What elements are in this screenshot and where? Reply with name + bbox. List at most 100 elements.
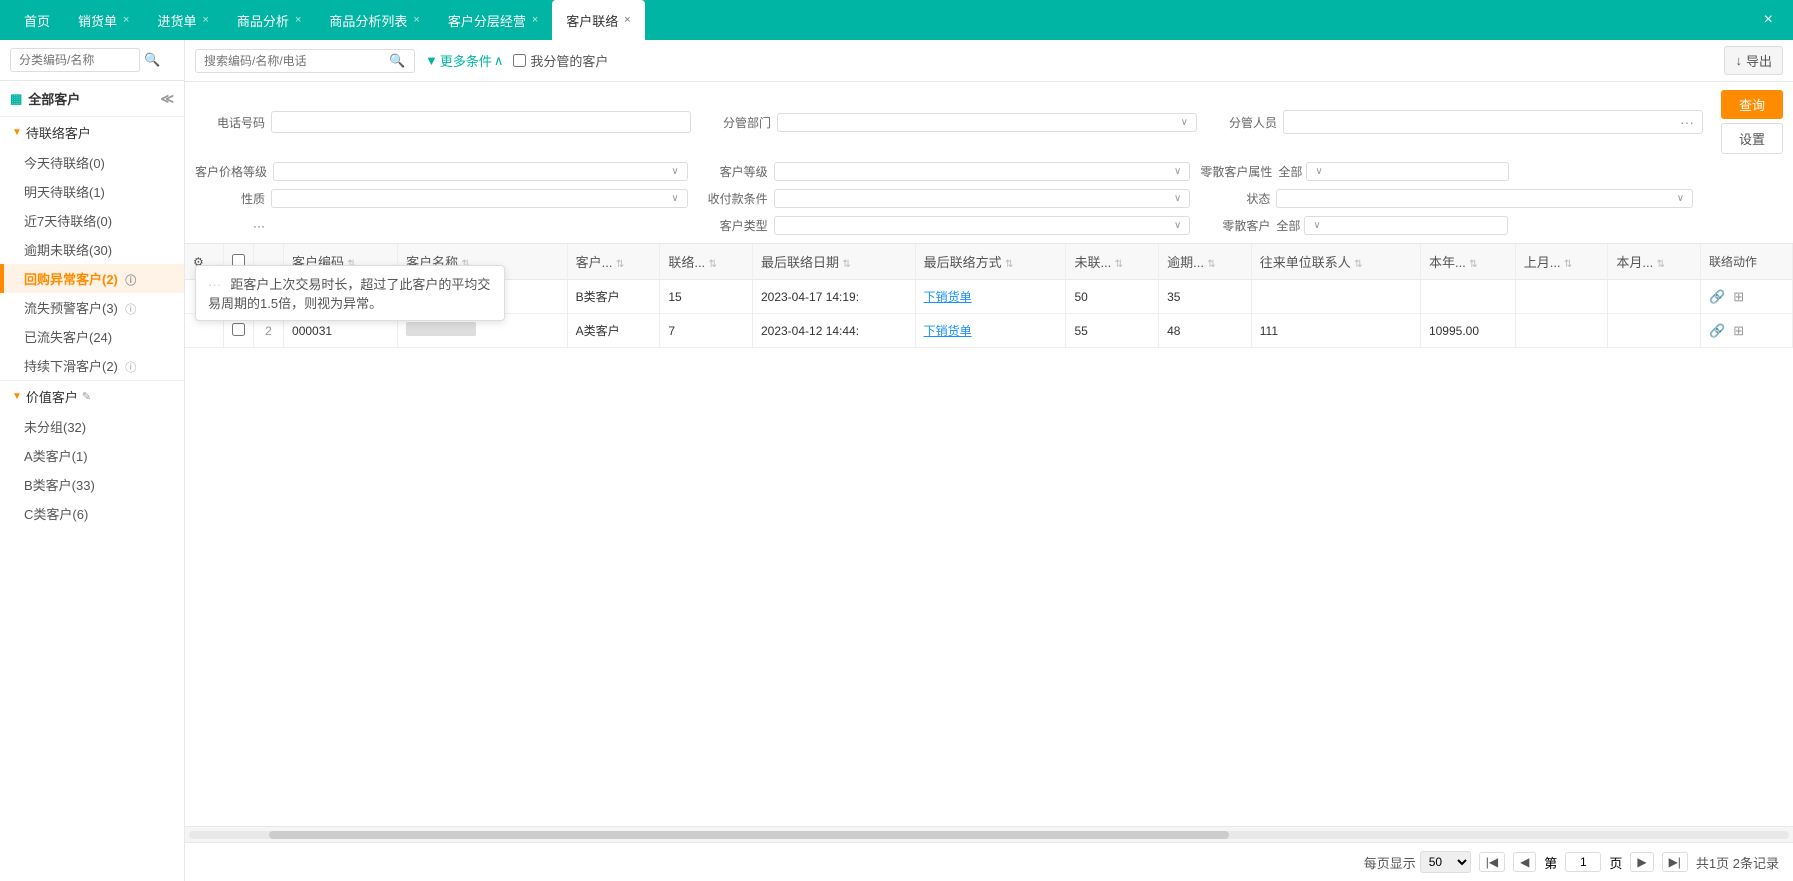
sidebar-search-input[interactable] xyxy=(10,48,140,72)
chevron-down-icon: ∨ xyxy=(1174,220,1181,231)
customer-type-header[interactable]: 客户... ⇅ xyxy=(567,244,660,280)
row-last-contact-method[interactable]: 下销货单 xyxy=(915,280,1066,314)
nav-customer-contact[interactable]: 客户联络 × xyxy=(552,0,644,40)
filter-phone: 电话号码 xyxy=(195,111,691,133)
more-conditions-btn[interactable]: ▼ 更多条件 ∧ xyxy=(425,51,503,70)
grid-action-icon[interactable]: ⊞ xyxy=(1733,289,1744,305)
customer-type-select[interactable]: ∨ xyxy=(774,216,1191,235)
filter-row-2: 客户价格等级 ∨ 客户等级 ∨ 零散客户属性 全部 xyxy=(195,162,1783,181)
sidebar-item-continuous-down[interactable]: 持续下滑客户(2) ⓘ xyxy=(0,351,184,380)
row-unit-contact: 111 xyxy=(1251,314,1420,348)
sidebar-item-c-class[interactable]: C类客户(6) xyxy=(0,499,184,528)
customer-level-select[interactable]: ∨ xyxy=(774,162,1191,181)
nav-customer-segment[interactable]: 客户分层经营 × xyxy=(434,0,552,40)
row-last-contact-method[interactable]: 下销货单 xyxy=(915,314,1066,348)
not-contacted-header[interactable]: 未联... ⇅ xyxy=(1066,244,1159,280)
per-page-select[interactable]: 50 100 200 xyxy=(1420,851,1471,873)
overdue-header[interactable]: 逾期... ⇅ xyxy=(1159,244,1252,280)
filter-customer-type: 客户类型 ∨ xyxy=(698,216,1191,235)
all-customers-header[interactable]: ▦ 全部客户 ≪ xyxy=(0,81,184,117)
sidebar-item-7days[interactable]: 近7天待联络(0) xyxy=(0,206,184,235)
last-contact-date-header[interactable]: 最后联络日期 ⇅ xyxy=(752,244,915,280)
pending-contact-group[interactable]: ▼ 待联络客户 xyxy=(0,117,184,148)
row-select-checkbox[interactable] xyxy=(232,323,245,336)
grid-action-icon[interactable]: ⊞ xyxy=(1733,323,1744,339)
next-page-button[interactable]: ▶ xyxy=(1630,852,1653,872)
row-this-year xyxy=(1420,280,1515,314)
this-year-header[interactable]: 本年... ⇅ xyxy=(1420,244,1515,280)
retail-customer-select[interactable]: ∨ xyxy=(1304,216,1507,235)
this-month-header[interactable]: 本月... ⇅ xyxy=(1608,244,1701,280)
link-icon[interactable]: 🔗 xyxy=(1709,289,1725,305)
dept-select[interactable]: ∨ xyxy=(777,113,1197,132)
sort-icon: ⇅ xyxy=(1469,259,1477,270)
first-page-button[interactable]: |◀ xyxy=(1479,852,1505,872)
query-button[interactable]: 查询 xyxy=(1721,90,1783,119)
row-customer-type: A类客户 xyxy=(567,314,660,348)
search-icon[interactable]: 🔍 xyxy=(389,53,405,69)
chevron-down-icon: ∨ xyxy=(671,193,678,204)
sidebar-item-overdue[interactable]: 逾期未联络(30) xyxy=(0,235,184,264)
sidebar-item-b-class[interactable]: B类客户(33) xyxy=(0,470,184,499)
sort-icon: ⇅ xyxy=(709,259,717,270)
sidebar-item-already-lost[interactable]: 已流失客户(24) xyxy=(0,322,184,351)
close-icon[interactable]: × xyxy=(624,14,630,26)
price-level-label: 客户价格等级 xyxy=(195,163,267,180)
row-customer-type: B类客户 xyxy=(567,280,660,314)
edit-icon[interactable]: ✎ xyxy=(82,390,91,403)
last-page-button[interactable]: ▶| xyxy=(1662,852,1688,872)
nav-product-analysis-list[interactable]: 商品分析列表 × xyxy=(315,0,433,40)
filter-payment: 收付款条件 ∨ xyxy=(698,189,1191,208)
close-icon[interactable]: × xyxy=(532,14,538,26)
close-icon[interactable]: × xyxy=(295,14,301,26)
last-month-header[interactable]: 上月... ⇅ xyxy=(1515,244,1608,280)
filter-price-level: 客户价格等级 ∨ xyxy=(195,162,688,181)
my-customer-checkbox[interactable]: 我分管的客户 xyxy=(513,51,608,70)
toolbar: 🔍 ▼ 更多条件 ∧ 我分管的客户 ↓ 导出 xyxy=(185,40,1793,82)
sidebar-item-today[interactable]: 今天待联络(0) xyxy=(0,148,184,177)
retail-attr-select[interactable]: ∨ xyxy=(1306,162,1508,181)
filter-dept: 分管部门 ∨ xyxy=(701,113,1197,132)
sidebar-item-lost-preview[interactable]: 流失预警客户(3) ⓘ xyxy=(0,293,184,322)
row-this-year: 10995.00 xyxy=(1420,314,1515,348)
nav-sales-order[interactable]: 销货单 × xyxy=(64,0,143,40)
sidebar-search-icon[interactable]: 🔍 xyxy=(144,52,160,68)
contact-header[interactable]: 联络... ⇅ xyxy=(660,244,753,280)
horizontal-scrollbar[interactable] xyxy=(185,826,1793,842)
prev-page-button[interactable]: ◀ xyxy=(1513,852,1536,872)
row-contact: 7 xyxy=(660,314,753,348)
manager-select[interactable]: ··· xyxy=(1283,110,1703,134)
close-window-icon[interactable]: × xyxy=(1754,11,1783,29)
my-customer-check[interactable] xyxy=(513,54,526,67)
dots-icon[interactable]: ··· xyxy=(1680,114,1694,130)
link-icon[interactable]: 🔗 xyxy=(1709,323,1725,339)
sidebar-item-repurchase-abnormal[interactable]: 回购异常客户(2) ⓘ xyxy=(0,264,184,293)
chevron-down-icon: ∨ xyxy=(1181,117,1188,128)
payment-select[interactable]: ∨ xyxy=(774,189,1191,208)
last-contact-method-header[interactable]: 最后联络方式 ⇅ xyxy=(915,244,1066,280)
scrollbar-thumb[interactable] xyxy=(269,831,1229,839)
close-icon[interactable]: × xyxy=(413,14,419,26)
page-number-input[interactable] xyxy=(1565,852,1601,872)
unit-contact-header[interactable]: 往来单位联系人 ⇅ xyxy=(1251,244,1420,280)
nav-product-analysis[interactable]: 商品分析 × xyxy=(223,0,315,40)
phone-input[interactable] xyxy=(280,115,682,129)
settings-button[interactable]: 设置 xyxy=(1721,123,1783,154)
close-icon[interactable]: × xyxy=(123,14,129,26)
sidebar-item-a-class[interactable]: A类客户(1) xyxy=(0,441,184,470)
collapse-icon[interactable]: ≪ xyxy=(160,91,174,107)
nav-home[interactable]: 首页 xyxy=(10,0,64,40)
sidebar-item-tomorrow[interactable]: 明天待联络(1) xyxy=(0,177,184,206)
value-customer-group[interactable]: ▼ 价值客户 ✎ xyxy=(0,380,184,412)
customer-level-label: 客户等级 xyxy=(698,163,768,180)
status-select[interactable]: ∨ xyxy=(1276,189,1693,208)
sidebar-item-ungrouped[interactable]: 未分组(32) xyxy=(0,412,184,441)
export-button[interactable]: ↓ 导出 xyxy=(1724,46,1783,75)
nav-purchase-order[interactable]: 进货单 × xyxy=(143,0,222,40)
total-records: 共1页 2条记录 xyxy=(1696,853,1779,872)
close-icon[interactable]: × xyxy=(202,14,208,26)
dots-icon: ··· xyxy=(208,277,221,292)
nature-select[interactable]: ∨ xyxy=(271,189,688,208)
search-input[interactable] xyxy=(204,54,389,68)
price-level-select[interactable]: ∨ xyxy=(273,162,688,181)
